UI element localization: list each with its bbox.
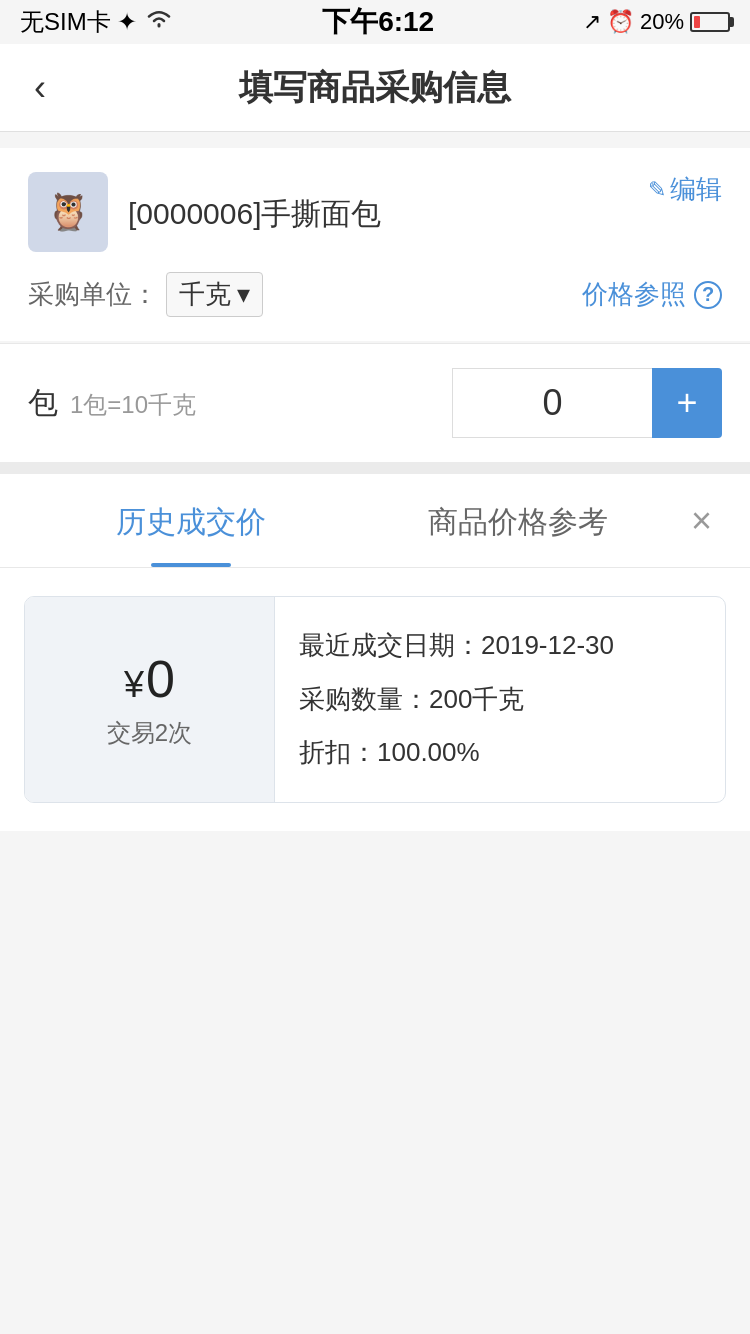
page-title: 填写商品采购信息 (239, 65, 511, 111)
price-amount: ¥0 (124, 649, 175, 709)
edit-label: 编辑 (670, 172, 722, 207)
quantity-hint: 1包=10千克 (70, 389, 196, 421)
tab-history-price[interactable]: 历史成交价 (28, 474, 354, 567)
quantity-left: 包 1包=10千克 (28, 383, 196, 424)
quantity-control: + (452, 368, 722, 438)
back-button[interactable]: ‹ (24, 57, 56, 119)
status-bar: 无SIM卡 ✦ 下午6:12 ↗ ⏰ 20% (0, 0, 750, 44)
nav-bar: ‹ 填写商品采购信息 (0, 44, 750, 132)
product-card: 🦉 [0000006]手撕面包 ✎ 编辑 采购单位： 千克 ▾ 价格参照 ? (0, 148, 750, 341)
recent-date-value: 2019-12-30 (481, 630, 614, 660)
product-left: 🦉 [0000006]手撕面包 (28, 172, 381, 252)
price-cards: ¥0 交易2次 最近成交日期：2019-12-30 采购数量：200千克 折扣：… (0, 568, 750, 831)
quantity-input[interactable] (452, 368, 652, 438)
status-time: 下午6:12 (322, 3, 434, 41)
product-thumbnail: 🦉 (28, 172, 108, 252)
product-header: 🦉 [0000006]手撕面包 ✎ 编辑 (28, 172, 722, 252)
price-card-left: ¥0 交易2次 (25, 597, 275, 802)
price-currency: ¥ (124, 664, 144, 705)
tab-section: 历史成交价 商品价格参考 × ¥0 交易2次 最近成交日期：2019-12-30… (0, 474, 750, 831)
location-icon: ↗ (583, 9, 601, 35)
status-right: ↗ ⏰ 20% (583, 9, 730, 35)
discount-value: 100.00% (377, 737, 480, 767)
price-card-right: 最近成交日期：2019-12-30 采购数量：200千克 折扣：100.00% (275, 597, 725, 802)
product-unit-row: 采购单位： 千克 ▾ 价格参照 ? (28, 272, 722, 317)
dropdown-icon: ▾ (237, 279, 250, 310)
purchase-qty-label: 采购数量： (299, 684, 429, 714)
tab-history-label: 历史成交价 (116, 505, 266, 538)
price-ref-label: 价格参照 (582, 277, 686, 312)
price-detail-qty: 采购数量：200千克 (299, 679, 701, 721)
quantity-section: 包 1包=10千克 + (0, 343, 750, 462)
product-name: [0000006]手撕面包 (128, 194, 381, 235)
battery-icon (690, 12, 730, 32)
battery-percent: 20% (640, 9, 684, 35)
price-card: ¥0 交易2次 最近成交日期：2019-12-30 采购数量：200千克 折扣：… (24, 596, 726, 803)
status-left: 无SIM卡 ✦ (20, 6, 173, 38)
alarm-icon: ⏰ (607, 9, 634, 35)
price-detail-date: 最近成交日期：2019-12-30 (299, 625, 701, 667)
tab-close-button[interactable]: × (681, 493, 722, 549)
recent-date-label: 最近成交日期： (299, 630, 481, 660)
tab-price-ref-label: 商品价格参考 (428, 505, 608, 538)
unit-select[interactable]: 千克 ▾ (166, 272, 263, 317)
purchase-qty-value: 200千克 (429, 684, 524, 714)
discount-label: 折扣： (299, 737, 377, 767)
help-label: ? (702, 283, 714, 306)
unit-label: 采购单位： (28, 277, 158, 312)
tab-price-ref[interactable]: 商品价格参考 (354, 474, 680, 567)
section-divider (0, 462, 750, 474)
edit-icon: ✎ (648, 177, 666, 203)
carrier-text: 无SIM卡 ✦ (20, 6, 137, 38)
unit-value: 千克 (179, 277, 231, 312)
price-ref-button[interactable]: 价格参照 ? (582, 277, 722, 312)
price-value: 0 (146, 650, 175, 708)
quantity-row: 包 1包=10千克 + (0, 344, 750, 462)
price-trade-count: 交易2次 (107, 717, 192, 749)
help-icon: ? (694, 281, 722, 309)
main-content (0, 831, 750, 1334)
tab-bar: 历史成交价 商品价格参考 × (0, 474, 750, 568)
quantity-unit-label: 包 (28, 383, 58, 424)
quantity-plus-button[interactable]: + (652, 368, 722, 438)
product-image: 🦉 (46, 191, 91, 233)
price-detail-discount: 折扣：100.00% (299, 732, 701, 774)
wifi-icon (145, 8, 173, 36)
edit-button[interactable]: ✎ 编辑 (648, 172, 722, 207)
